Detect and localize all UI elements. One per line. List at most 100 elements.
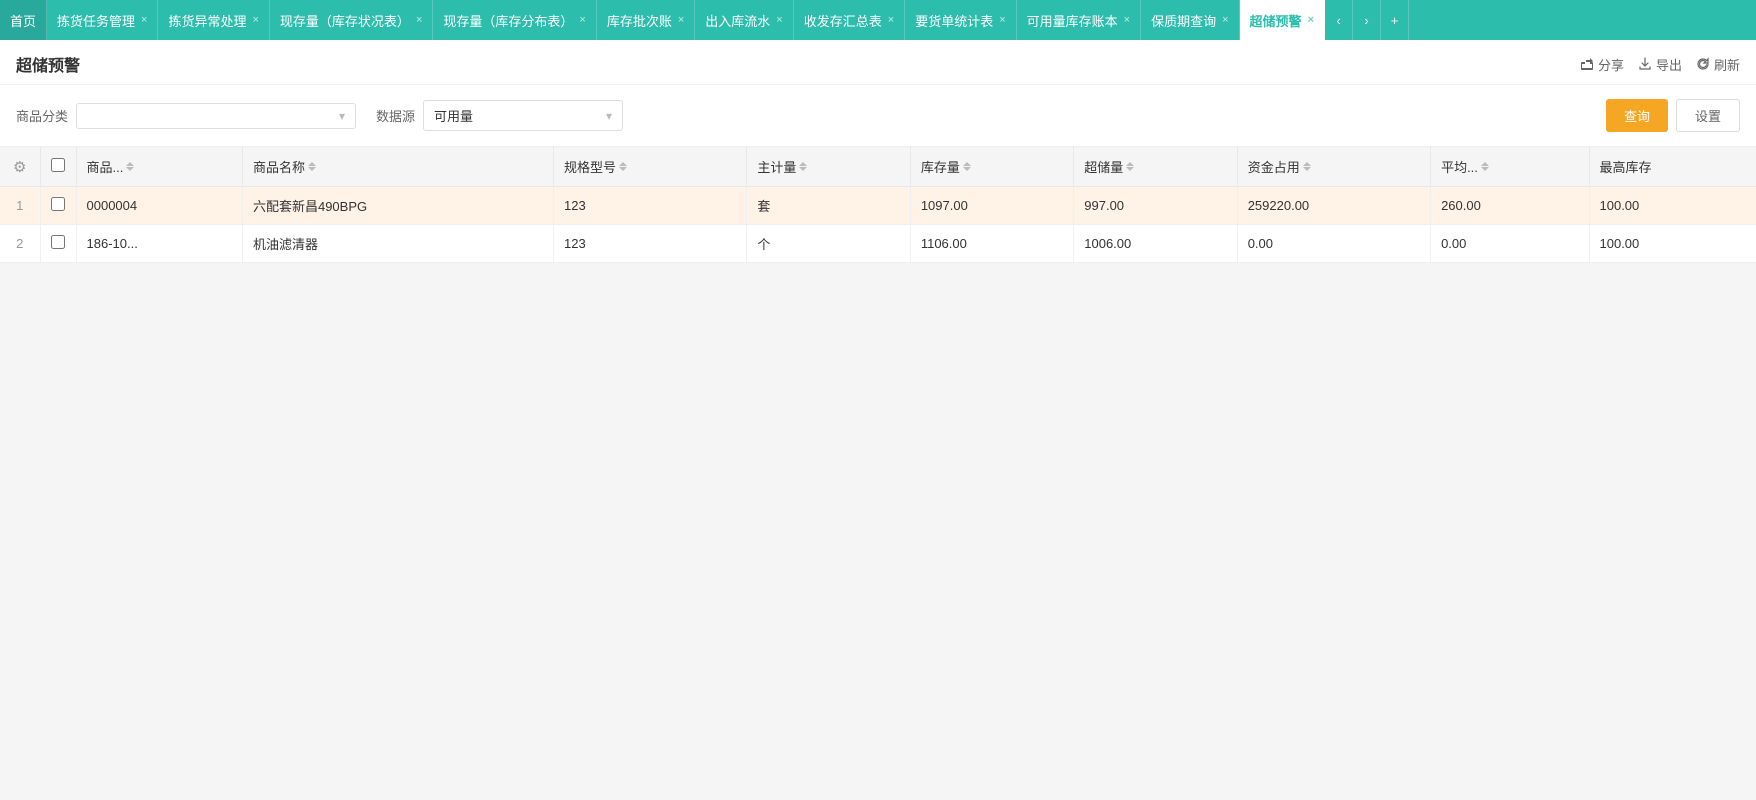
sort-icon[interactable]	[308, 162, 316, 171]
th-spec: 规格型号	[554, 147, 747, 187]
nav-item-batch[interactable]: 库存批次账 ×	[597, 0, 695, 40]
spec-2: 123	[554, 225, 747, 263]
filter-actions: 查询 设置	[1606, 99, 1740, 132]
table-wrapper: ⚙ 商品...	[0, 147, 1756, 263]
th-product-code: 商品...	[76, 147, 242, 187]
nav-expand-arrow[interactable]: +	[1381, 0, 1409, 40]
datasource-select[interactable]: 可用量 ▾	[423, 100, 623, 131]
checkbox-cell-1	[40, 187, 76, 225]
table-header-row: ⚙ 商品...	[0, 147, 1756, 187]
query-button[interactable]: 查询	[1606, 99, 1668, 132]
nav-item-flow[interactable]: 出入库流水 ×	[695, 0, 793, 40]
sort-icon[interactable]	[619, 162, 627, 171]
category-select[interactable]: ▾	[76, 103, 356, 129]
max-stock-1: 100.00	[1589, 187, 1756, 225]
nav-item-usable[interactable]: 可用量库存账本 ×	[1017, 0, 1141, 40]
close-icon[interactable]: ×	[141, 14, 147, 26]
nav-prev-arrow[interactable]: ‹	[1325, 0, 1353, 40]
row-num-1: 1	[0, 187, 40, 225]
th-capital: 资金占用	[1237, 147, 1430, 187]
nav-next-arrow[interactable]: ›	[1353, 0, 1381, 40]
chevron-down-icon: ▾	[339, 109, 345, 123]
sort-icon[interactable]	[1303, 162, 1311, 171]
header-actions: 分享 导出 刷新	[1580, 55, 1740, 74]
unit-2: 个	[747, 225, 910, 263]
nav-item-order-stats[interactable]: 要货单统计表 ×	[905, 0, 1016, 40]
chevron-down-icon: ▾	[606, 109, 612, 123]
stock-1: 1097.00	[910, 187, 1073, 225]
nav-item-stock-status[interactable]: 现存量（库存状况表） ×	[270, 0, 433, 40]
avg-1: 260.00	[1431, 187, 1589, 225]
setting-button[interactable]: 设置	[1676, 99, 1740, 132]
sort-icon[interactable]	[1126, 162, 1134, 171]
close-icon[interactable]: ×	[1222, 14, 1228, 26]
spec-1: 123	[554, 187, 747, 225]
nav-item-summary[interactable]: 收发存汇总表 ×	[794, 0, 905, 40]
datasource-filter-group: 数据源 可用量 ▾	[376, 100, 623, 131]
row-num-2: 2	[0, 225, 40, 263]
close-icon[interactable]: ×	[416, 14, 422, 26]
close-icon[interactable]: ×	[252, 14, 258, 26]
export-icon	[1638, 57, 1652, 71]
product-name-1: 六配套新昌490BPG	[242, 187, 553, 225]
export-button[interactable]: 导出	[1638, 55, 1682, 74]
select-all-checkbox[interactable]	[51, 158, 65, 172]
datasource-label: 数据源	[376, 106, 415, 125]
page-title: 超储预警	[16, 52, 80, 76]
unit-1: 套	[747, 187, 910, 225]
product-code-2: 186-10...	[76, 225, 242, 263]
share-icon	[1580, 57, 1594, 71]
sort-icon[interactable]	[963, 162, 971, 171]
overflow-1: 997.00	[1074, 187, 1237, 225]
nav-item-task[interactable]: 拣货任务管理 ×	[47, 0, 158, 40]
nav-bar: 首页 拣货任务管理 × 拣货异常处理 × 现存量（库存状况表） × 现存量（库存…	[0, 0, 1756, 40]
page-container: 超储预警 分享 导出 刷新	[0, 40, 1756, 263]
sort-icon[interactable]	[126, 162, 134, 171]
row-checkbox-1[interactable]	[51, 197, 65, 211]
close-icon[interactable]: ×	[999, 14, 1005, 26]
th-unit: 主计量	[747, 147, 910, 187]
capital-2: 0.00	[1237, 225, 1430, 263]
datasource-select-value: 可用量	[434, 106, 473, 125]
close-icon[interactable]: ×	[1124, 14, 1130, 26]
page-header: 超储预警 分享 导出 刷新	[0, 40, 1756, 85]
gear-icon[interactable]: ⚙	[13, 159, 26, 176]
nav-item-quality[interactable]: 保质期查询 ×	[1141, 0, 1239, 40]
max-stock-2: 100.00	[1589, 225, 1756, 263]
close-icon[interactable]: ×	[579, 14, 585, 26]
th-stock: 库存量	[910, 147, 1073, 187]
row-checkbox-2[interactable]	[51, 235, 65, 249]
th-checkbox	[40, 147, 76, 187]
refresh-icon	[1696, 57, 1710, 71]
close-icon[interactable]: ×	[776, 14, 782, 26]
checkbox-cell-2	[40, 225, 76, 263]
sort-icon[interactable]	[1481, 162, 1489, 171]
nav-item-overflow[interactable]: 超储预警 ×	[1240, 0, 1325, 40]
product-code-1: 0000004	[76, 187, 242, 225]
table-row: 2 186-10... 机油滤清器 123 个 1106.00 1006.00 …	[0, 225, 1756, 263]
close-icon[interactable]: ×	[1308, 14, 1314, 26]
nav-item-stock-dist[interactable]: 现存量（库存分布表） ×	[433, 0, 596, 40]
overflow-2: 1006.00	[1074, 225, 1237, 263]
close-icon[interactable]: ×	[678, 14, 684, 26]
nav-item-exception[interactable]: 拣货异常处理 ×	[158, 0, 269, 40]
capital-1: 259220.00	[1237, 187, 1430, 225]
data-table: ⚙ 商品...	[0, 147, 1756, 263]
th-product-name: 商品名称	[242, 147, 553, 187]
product-name-2: 机油滤清器	[242, 225, 553, 263]
sort-icon[interactable]	[799, 162, 807, 171]
table-row: 1 0000004 六配套新昌490BPG 123 套 1097.00 997.…	[0, 187, 1756, 225]
avg-2: 0.00	[1431, 225, 1589, 263]
th-overflow: 超储量	[1074, 147, 1237, 187]
filter-row: 商品分类 ▾ 数据源 可用量 ▾ 查询 设置	[0, 85, 1756, 147]
share-button[interactable]: 分享	[1580, 55, 1624, 74]
category-filter-group: 商品分类 ▾	[16, 103, 356, 129]
refresh-button[interactable]: 刷新	[1696, 55, 1740, 74]
nav-item-home[interactable]: 首页	[0, 0, 47, 40]
stock-2: 1106.00	[910, 225, 1073, 263]
category-label: 商品分类	[16, 106, 68, 125]
th-avg: 平均...	[1431, 147, 1589, 187]
th-max-stock: 最高库存	[1589, 147, 1756, 187]
close-icon[interactable]: ×	[888, 14, 894, 26]
th-gear: ⚙	[0, 147, 40, 187]
